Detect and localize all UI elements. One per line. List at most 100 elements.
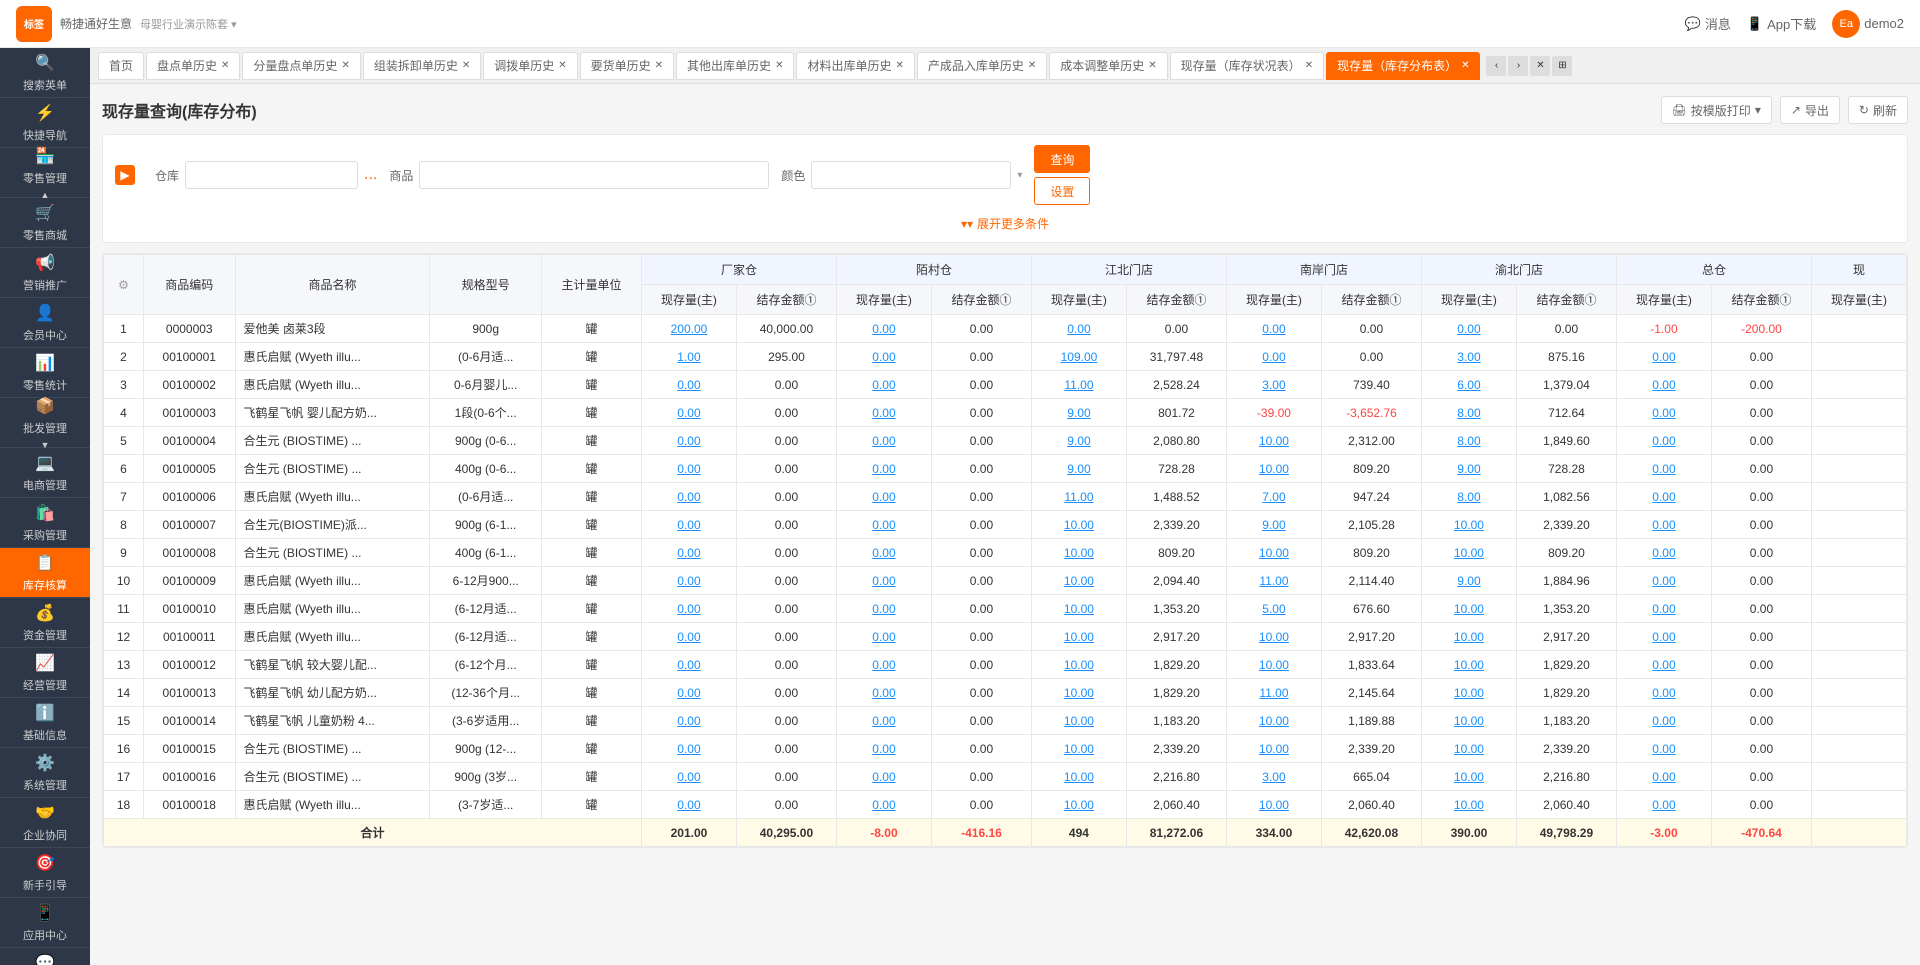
- sidebar-item-ecom[interactable]: 💻 电商管理: [0, 448, 90, 498]
- tab-close-1[interactable]: ✕: [221, 60, 229, 71]
- sidebar-item-wholesale[interactable]: 📦 批发管理 ▼: [0, 398, 90, 448]
- tab-材料出库[interactable]: 材料出库单历史 ✕: [796, 52, 914, 80]
- cell-code: 00100003: [144, 399, 236, 427]
- refresh-btn[interactable]: ↻ 刷新: [1848, 96, 1908, 124]
- sidebar-item-apps[interactable]: 📱 应用中心: [0, 898, 90, 948]
- cell-yubei-money: 1,183.20: [1516, 707, 1616, 735]
- tab-现存量状况[interactable]: 现存量（库存状况表） ✕: [1170, 52, 1324, 80]
- sidebar-item-collab[interactable]: 🤝 企业协同: [0, 798, 90, 848]
- cell-changjia-money: 0.00: [736, 567, 836, 595]
- tab-要货[interactable]: 要货单历史 ✕: [580, 52, 674, 80]
- goods-input[interactable]: babycare孕妇待产包 春季入院全套母子组合孕妇产后冬季月子用品 22件套 …: [419, 161, 769, 189]
- cell-name: 飞鹤星飞帆 幼儿配方奶...: [235, 679, 430, 707]
- sidebar: 🔍 搜索英单 ⚡ 快捷导航 🏪 零售管理 ▲ 🛒 零售商城 📢 营销推广 👤 会…: [0, 48, 90, 965]
- tab-close-2[interactable]: ✕: [341, 60, 349, 71]
- cell-yubei-money: 2,339.20: [1516, 511, 1616, 539]
- user-area[interactable]: Ea demo2: [1832, 10, 1904, 38]
- cell-jiangbei-money: 2,339.20: [1126, 511, 1226, 539]
- tab-prev-btn[interactable]: ‹: [1486, 56, 1506, 76]
- cell-total-cur: 0.00: [1617, 399, 1712, 427]
- tab-inventory-check[interactable]: 盘点单历史 ✕: [146, 52, 240, 80]
- sidebar-item-purchase[interactable]: 🛍️ 采购管理: [0, 498, 90, 548]
- sidebar-item-retail-stats[interactable]: 📊 零售统计: [0, 348, 90, 398]
- th-changjia-money: 结存金额①: [736, 285, 836, 315]
- cell-nanan-money: 2,114.40: [1321, 567, 1421, 595]
- cell-jiangbei-cur: 9.00: [1032, 399, 1127, 427]
- cell-changjia-cur: 0.00: [642, 371, 737, 399]
- messages-btn[interactable]: 💬 消息: [1685, 14, 1731, 33]
- th-unit: 主计量单位: [541, 255, 641, 315]
- cell-spec: (0-6月适...: [430, 483, 541, 511]
- sidebar-item-system[interactable]: ⚙️ 系统管理: [0, 748, 90, 798]
- tab-调拨[interactable]: 调拨单历史 ✕: [483, 52, 577, 80]
- industry-selector[interactable]: 母婴行业演示陈套 ▾: [140, 16, 237, 32]
- export-btn[interactable]: ↗ 导出: [1780, 96, 1840, 124]
- search-btn-group: 查询 设置: [1034, 145, 1090, 205]
- color-dropdown-icon[interactable]: ▾: [1017, 170, 1022, 181]
- tab-成本调整[interactable]: 成本调整单历史 ✕: [1049, 52, 1167, 80]
- quicknav-icon: ⚡: [35, 103, 55, 123]
- tab-close-10[interactable]: ✕: [1305, 60, 1313, 71]
- sidebar-item-wechat[interactable]: 💬 企业微信: [0, 948, 90, 965]
- tab-next-btn[interactable]: ›: [1508, 56, 1528, 76]
- tab-close-8[interactable]: ✕: [1028, 60, 1036, 71]
- sidebar-item-marketing[interactable]: 📢 营销推广: [0, 248, 90, 298]
- color-label: 颜色: [781, 167, 805, 184]
- app-download-btn[interactable]: 📱 App下载: [1747, 14, 1816, 33]
- tab-分量盘点[interactable]: 分量盘点单历史 ✕: [242, 52, 360, 80]
- sidebar-item-quicknav[interactable]: ⚡ 快捷导航: [0, 98, 90, 148]
- sidebar-item-finance[interactable]: 💰 资金管理: [0, 598, 90, 648]
- cell-total-cur: 0.00: [1617, 483, 1712, 511]
- tab-close-11[interactable]: ✕: [1461, 60, 1469, 71]
- cell-nanan-money: 2,105.28: [1321, 511, 1421, 539]
- sidebar-item-inventory[interactable]: 📋 库存核算: [0, 548, 90, 598]
- tab-现存量分布[interactable]: 现存量（库存分布表） ✕: [1326, 52, 1480, 80]
- sidebar-item-member[interactable]: 👤 会员中心: [0, 298, 90, 348]
- search-btn[interactable]: 查询: [1034, 145, 1090, 173]
- color-input[interactable]: [811, 161, 1011, 189]
- cell-changjia-cur: 0.00: [642, 791, 737, 819]
- sidebar-item-operations[interactable]: 📈 经营管理: [0, 648, 90, 698]
- cell-seq: 8: [104, 511, 144, 539]
- sidebar-item-basics[interactable]: ℹ️ 基础信息: [0, 698, 90, 748]
- tab-组装拆卸[interactable]: 组装拆卸单历史 ✕: [363, 52, 481, 80]
- cell-code: 00100016: [144, 763, 236, 791]
- cell-seq: 1: [104, 315, 144, 343]
- tab-close-6[interactable]: ✕: [775, 60, 783, 71]
- cell-changjia-cur: 0.00: [642, 427, 737, 455]
- tab-close-all-btn[interactable]: ✕: [1530, 56, 1550, 76]
- th-settings[interactable]: ⚙: [104, 255, 144, 315]
- cell-nanan-cur: 9.00: [1227, 511, 1322, 539]
- cell-unit: 罐: [541, 483, 641, 511]
- main-content: 现存量查询(库存分布) 🖨 按模版打印 ▾ ↗ 导出 ↻ 刷新 ▶ 仓库 .: [90, 84, 1920, 965]
- tab-expand-btn[interactable]: ⊞: [1552, 56, 1572, 76]
- cell-jiangbei-money: 31,797.48: [1126, 343, 1226, 371]
- warehouse-input[interactable]: [185, 161, 358, 189]
- tab-产成品入库[interactable]: 产成品入库单历史 ✕: [917, 52, 1047, 80]
- expand-conditions-btn[interactable]: ▾▾ 展开更多条件: [961, 215, 1049, 232]
- cell-total-cur: 0.00: [1617, 511, 1712, 539]
- tab-其他出库[interactable]: 其他出库单历史 ✕: [676, 52, 794, 80]
- tab-close-4[interactable]: ✕: [558, 60, 566, 71]
- warehouse-dots[interactable]: ...: [364, 166, 377, 184]
- tab-home[interactable]: 首页: [98, 52, 144, 80]
- page-actions: 🖨 按模版打印 ▾ ↗ 导出 ↻ 刷新: [1661, 96, 1908, 124]
- cell-nanan-money: 2,339.20: [1321, 735, 1421, 763]
- cell-nanan-money: 2,917.20: [1321, 623, 1421, 651]
- table-row: 12 00100011 惠氏启赋 (Wyeth illu... (6-12月适.…: [104, 623, 1907, 651]
- tab-close-3[interactable]: ✕: [462, 60, 470, 71]
- sidebar-item-guide[interactable]: 🎯 新手引导: [0, 848, 90, 898]
- tab-close-9[interactable]: ✕: [1148, 60, 1156, 71]
- settings-btn[interactable]: 设置: [1034, 177, 1090, 205]
- search-expand-arrow[interactable]: ▶: [115, 165, 135, 185]
- cell-total-cur: 0.00: [1617, 343, 1712, 371]
- sidebar-item-retail-mgmt[interactable]: 🏪 零售管理 ▲: [0, 148, 90, 198]
- cell-spec: (0-6月适...: [430, 343, 541, 371]
- cell-yubei-cur: 8.00: [1422, 399, 1517, 427]
- tab-close-7[interactable]: ✕: [895, 60, 903, 71]
- print-btn[interactable]: 🖨 按模版打印 ▾: [1661, 96, 1772, 124]
- sidebar-item-search[interactable]: 🔍 搜索英单: [0, 48, 90, 98]
- cell-cur: [1812, 567, 1907, 595]
- tab-close-5[interactable]: ✕: [655, 60, 663, 71]
- sidebar-item-mall[interactable]: 🛒 零售商城: [0, 198, 90, 248]
